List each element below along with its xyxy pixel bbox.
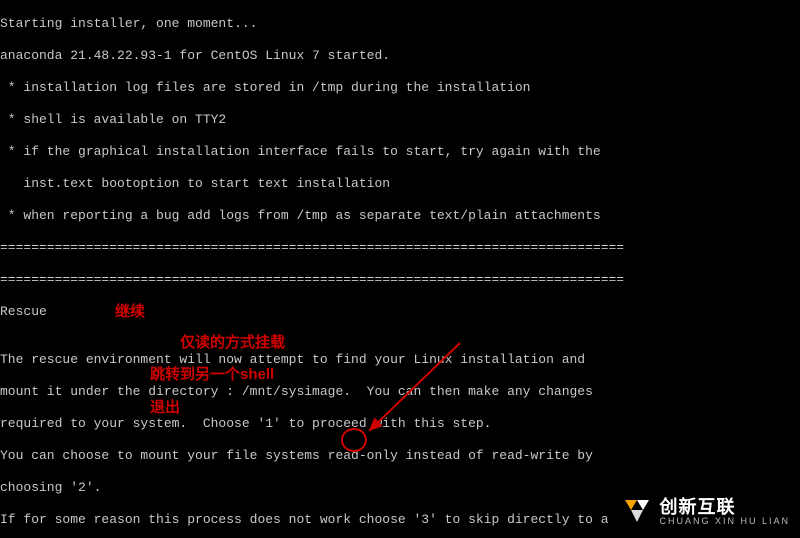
annotation-quit: 退出 <box>150 396 180 417</box>
line-p2: mount it under the directory : /mnt/sysi… <box>0 384 800 400</box>
input-highlight-circle <box>341 428 367 452</box>
line-starting: Starting installer, one moment... <box>0 16 800 32</box>
line-anaconda: anaconda 21.48.22.93-1 for CentOS Linux … <box>0 48 800 64</box>
line-bullet-3: * if the graphical installation interfac… <box>0 144 800 160</box>
line-sep-1: ========================================… <box>0 240 800 256</box>
line-bullet-3b: inst.text bootoption to start text insta… <box>0 176 800 192</box>
line-sep-2: ========================================… <box>0 272 800 288</box>
terminal-output: Starting installer, one moment... anacon… <box>0 0 800 538</box>
line-bullet-2: * shell is available on TTY2 <box>0 112 800 128</box>
line-bullet-1: * installation log files are stored in /… <box>0 80 800 96</box>
annotation-continue: 继续 <box>115 300 145 321</box>
line-p5: choosing '2'. <box>0 480 800 496</box>
line-p4: You can choose to mount your file system… <box>0 448 800 464</box>
line-bullet-4: * when reporting a bug add logs from /tm… <box>0 208 800 224</box>
annotation-readonly: 仅读的方式挂载 <box>180 331 285 352</box>
annotation-skip-shell: 跳转到另一个shell <box>150 363 274 384</box>
line-p1: The rescue environment will now attempt … <box>0 352 800 368</box>
line-p3: required to your system. Choose '1' to p… <box>0 416 800 432</box>
watermark-logo-icon <box>621 496 653 528</box>
watermark: 创新互联 CHUANG XIN HU LIAN <box>621 496 790 528</box>
watermark-text-cn: 创新互联 <box>659 498 790 516</box>
watermark-text-en: CHUANG XIN HU LIAN <box>659 516 790 526</box>
